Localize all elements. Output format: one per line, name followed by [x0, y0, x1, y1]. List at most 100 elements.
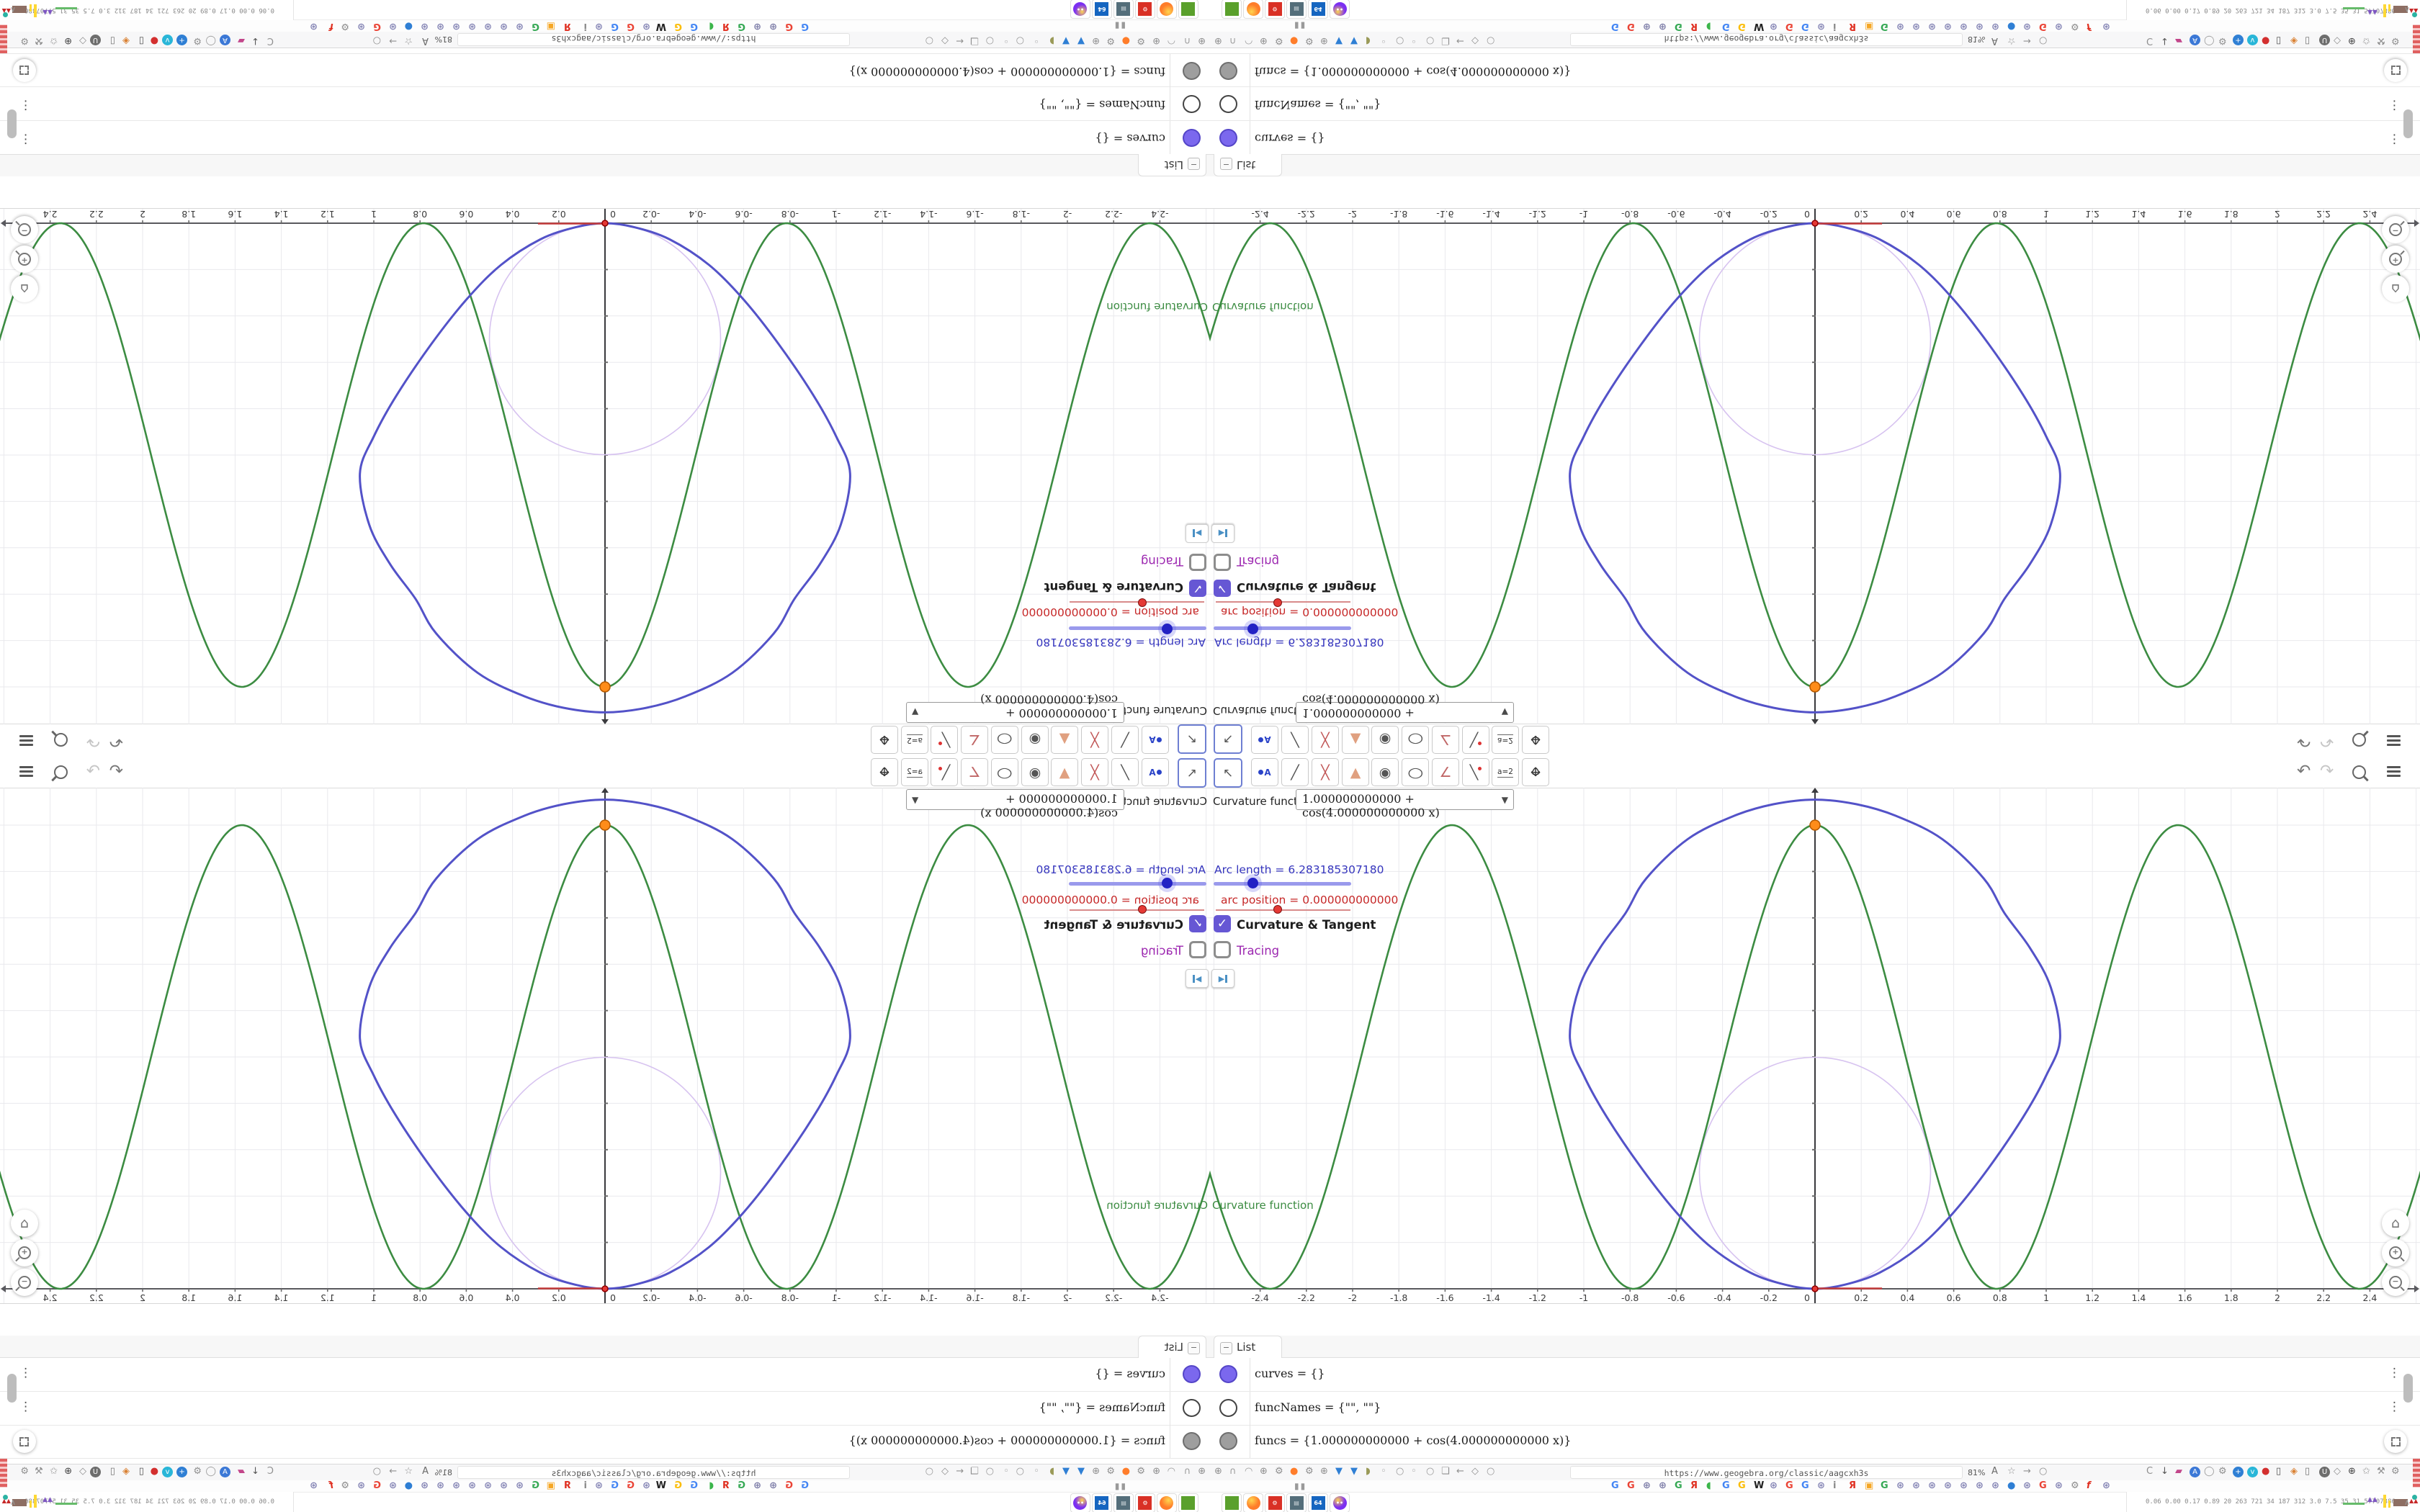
circle-icon[interactable]: ○ — [373, 35, 381, 46]
forward-icon[interactable]: → — [2023, 1466, 2031, 1477]
arc-position-slider-knob[interactable] — [1138, 905, 1147, 914]
globe-icon[interactable]: ⊕ — [1152, 1466, 1160, 1477]
google-icon[interactable]: G — [532, 20, 539, 32]
reader-icon[interactable]: A — [422, 1466, 429, 1477]
algebra-row-funcNames[interactable]: funcNames = {"", ""} ⋮ — [1210, 86, 2420, 121]
circle-icon[interactable]: ○ — [1426, 1466, 1434, 1477]
skip-forward-button[interactable]: ▶ — [1186, 524, 1209, 543]
knot-icon[interactable]: ⊛ — [2055, 1480, 2063, 1492]
arc-length-slider-knob[interactable] — [1162, 624, 1173, 634]
angle-tool-button[interactable]: ∠ — [961, 758, 988, 786]
gear-icon[interactable]: ⚙ — [20, 1466, 29, 1477]
line-tool-button[interactable]: ╱ — [1111, 726, 1139, 754]
google-icon[interactable]: G — [1801, 20, 1809, 32]
arc-icon[interactable]: ∩ — [1229, 35, 1237, 46]
knot-icon[interactable]: ⊛ — [500, 20, 508, 32]
google-icon[interactable]: G — [2039, 1480, 2047, 1492]
app-floppy[interactable]: 64 — [1308, 1493, 1328, 1512]
bookmark-star-icon[interactable]: ☆ — [404, 35, 413, 46]
row-menu-icon[interactable]: ⋮ — [2388, 1400, 2401, 1414]
arc-position-point[interactable] — [1811, 220, 1819, 227]
reader-icon[interactable]: A — [1991, 1466, 1998, 1477]
dark-globe-icon[interactable]: ⊕ — [2348, 35, 2356, 46]
function-input[interactable]: 1.000000000000 + cos(4.000000000000 x) ▼ — [906, 789, 1124, 819]
google-icon[interactable]: G — [785, 20, 793, 32]
circle-tool-button[interactable]: ◉ — [1021, 758, 1049, 786]
circle-icon[interactable]: ○ — [1016, 1466, 1024, 1477]
search-button[interactable] — [2352, 765, 2366, 783]
back-icon[interactable]: ← — [956, 1466, 964, 1477]
move-tool-button[interactable]: ↖ — [1178, 758, 1206, 788]
knot-icon[interactable]: ⊛ — [500, 1480, 508, 1492]
yandex-icon[interactable]: Я — [722, 20, 730, 32]
gear-icon[interactable]: ⚙ — [1106, 1466, 1115, 1477]
knot-icon[interactable]: ⊛ — [468, 1480, 476, 1492]
photo-icon[interactable]: ▣ — [547, 20, 555, 32]
visibility-marble[interactable] — [1219, 1398, 1237, 1417]
wikipedia-icon[interactable]: W — [1754, 1480, 1764, 1492]
yandex-icon[interactable]: Я — [564, 20, 571, 32]
knot-icon[interactable]: ⊛ — [436, 1480, 444, 1492]
search-button[interactable] — [2352, 729, 2366, 747]
collapse-button[interactable]: − — [1220, 158, 1232, 170]
ellipse-tool-button[interactable]: ○ — [1402, 726, 1429, 754]
ellipse-tool-button[interactable]: ○ — [1402, 758, 1429, 786]
info-icon[interactable]: i — [1833, 1480, 1836, 1492]
reader-icon[interactable]: A — [422, 35, 429, 46]
blue-circle-icon[interactable]: ● — [405, 1480, 413, 1492]
polygon-tool-button[interactable]: ▲ — [1342, 726, 1369, 754]
knot-icon[interactable]: ⊛ — [421, 1480, 429, 1492]
ublock-icon[interactable]: U — [90, 35, 101, 45]
gear-icon[interactable]: ⚙ — [2391, 1466, 2400, 1477]
app-floppy[interactable]: 64 — [1092, 0, 1112, 19]
photo-icon[interactable]: ▣ — [547, 1480, 555, 1492]
bookmark-star-icon[interactable]: ☆ — [2007, 1466, 2016, 1477]
visibility-marble[interactable] — [1183, 129, 1201, 147]
google-icon[interactable]: G — [373, 1480, 381, 1492]
highlighter-icon[interactable]: ▰ — [238, 35, 245, 46]
menu-button[interactable] — [2387, 729, 2401, 748]
address-bar[interactable]: https://www.geogebra.org/classic/aagcxh3… — [1570, 33, 1963, 46]
window-icon[interactable]: ❏ — [1441, 1466, 1450, 1477]
oval-icon[interactable]: ◗ — [1049, 35, 1054, 46]
globe-icon[interactable]: ⊕ — [1643, 20, 1651, 32]
move-graphics-tool-button[interactable]: ↔ ↕ — [1522, 726, 1549, 754]
skip-forward-button[interactable]: ▶ — [1211, 524, 1234, 543]
home-view-button[interactable]: ⌂ — [11, 1210, 38, 1237]
scrollbar-marks[interactable] — [2413, 1459, 2420, 1488]
tracing-checkbox[interactable] — [1189, 554, 1206, 571]
globe-icon[interactable]: ⊕ — [1320, 1466, 1328, 1477]
row-menu-icon[interactable]: ⋮ — [2388, 132, 2401, 146]
menu-button[interactable] — [2387, 764, 2401, 783]
polygon-tool-button[interactable]: ▲ — [1051, 726, 1078, 754]
app-firefox[interactable] — [1243, 0, 1263, 19]
translate-icon[interactable]: A — [220, 1467, 230, 1477]
app-owl[interactable]: •• — [1330, 0, 1350, 19]
move-graphics-tool-button[interactable]: ↔ ↕ — [1522, 758, 1549, 786]
trash-icon[interactable]: ▯ — [2276, 1466, 2281, 1477]
tracing-checkbox[interactable] — [1189, 941, 1206, 958]
cone-icon[interactable]: ▼ — [1335, 1466, 1343, 1477]
download-icon[interactable]: ↓ — [2161, 1466, 2169, 1477]
row-menu-icon[interactable]: ⋮ — [2388, 1366, 2401, 1380]
window-icon[interactable]: ❏ — [970, 1466, 979, 1477]
move-tool-button[interactable]: ↖ — [1214, 758, 1242, 788]
knot-icon[interactable]: ⊛ — [1976, 20, 1984, 32]
knot-icon[interactable]: ⊛ — [1991, 20, 1999, 32]
perpendicular-line-tool-button[interactable]: ╳ — [1312, 758, 1339, 786]
algebra-row-curves[interactable]: curves = {} ⋮ — [1210, 120, 2420, 154]
shield-icon[interactable]: ◇ — [79, 1466, 86, 1477]
mouse-icon[interactable]: ◯ — [205, 1466, 216, 1477]
yandex-icon[interactable]: Я — [722, 1480, 730, 1492]
circle-icon[interactable]: ○ — [926, 35, 933, 46]
dropdown-caret-icon[interactable]: ▼ — [1502, 707, 1508, 717]
dot-icon[interactable]: ◦ — [1381, 1466, 1386, 1477]
globe-icon[interactable]: ⊕ — [1198, 35, 1206, 46]
polygon-tool-button[interactable]: ▲ — [1051, 758, 1078, 786]
knot-icon[interactable]: ⊛ — [468, 20, 476, 32]
ellipse-tool-button[interactable]: ○ — [991, 726, 1018, 754]
undo-button[interactable]: ↶ — [2297, 732, 2311, 750]
circle-icon[interactable]: ○ — [926, 1466, 933, 1477]
wikipedia-icon[interactable]: W — [1754, 20, 1764, 32]
shield-down-icon[interactable]: v — [2247, 35, 2258, 45]
